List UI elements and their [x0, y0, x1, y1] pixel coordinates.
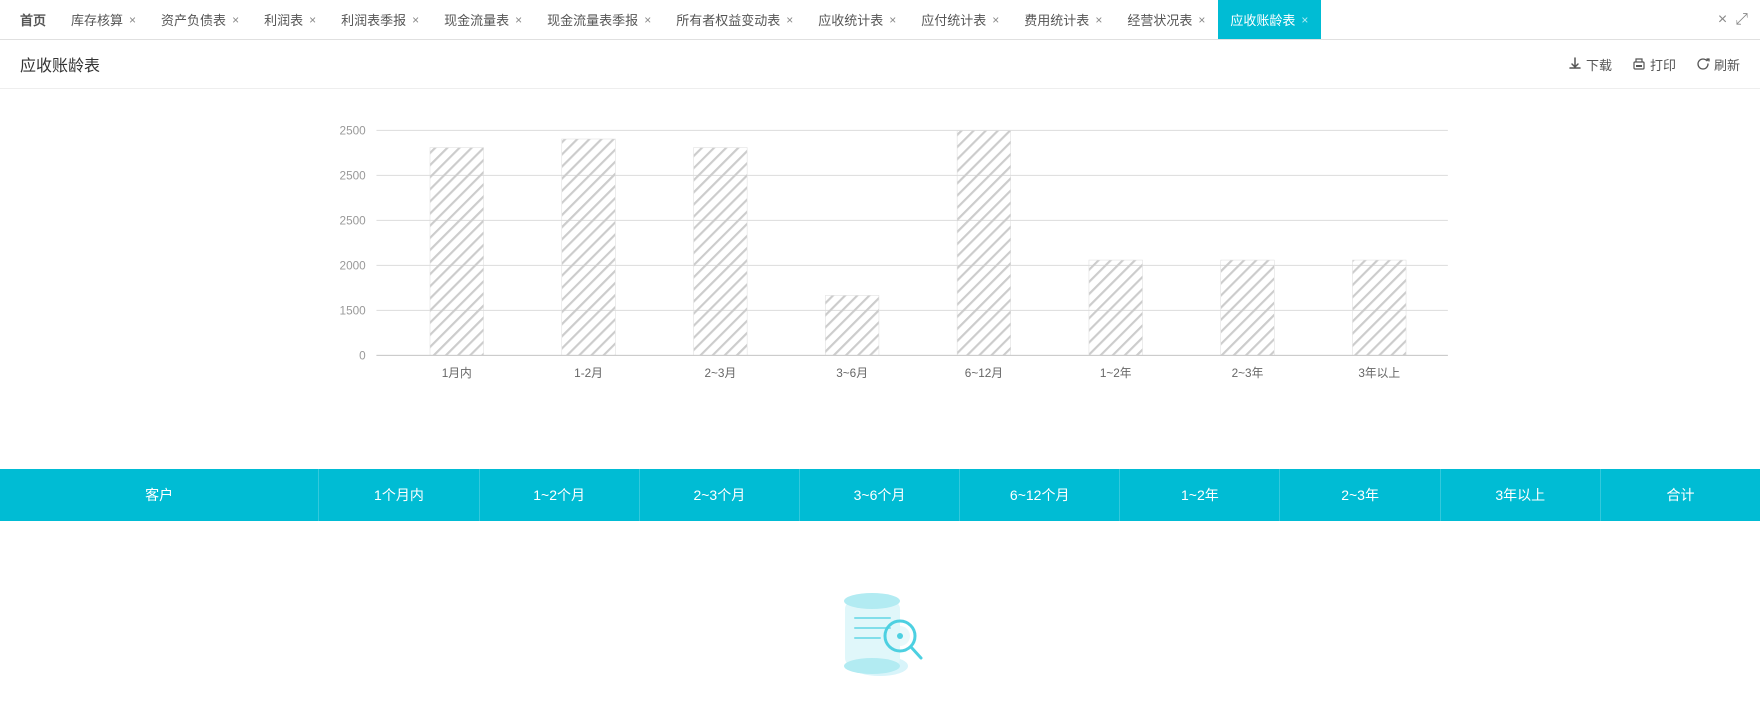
tab-ap-stat-close[interactable]: ×	[992, 13, 999, 27]
page-container: 应收账龄表 下载 打印 刷新	[0, 40, 1760, 720]
bar-3plus-year	[1353, 260, 1407, 355]
col-2-3year: 2~3年	[1280, 469, 1440, 521]
col-3-6month: 3~6个月	[800, 469, 960, 521]
tab-ar-stat-label: 应收统计表	[818, 10, 883, 29]
svg-text:3年以上: 3年以上	[1358, 366, 1400, 380]
tab-expense-stat-close[interactable]: ×	[1095, 13, 1102, 27]
download-button[interactable]: 下载	[1568, 55, 1612, 74]
bar-chart: 2500 2500 2500 2000 1500 0	[40, 109, 1720, 409]
col-6-12month: 6~12个月	[960, 469, 1120, 521]
refresh-icon	[1696, 57, 1710, 71]
tab-balance-sheet-close[interactable]: ×	[232, 13, 239, 27]
tab-cashflow-close[interactable]: ×	[515, 13, 522, 27]
col-1month: 1个月内	[319, 469, 479, 521]
tab-cashflow-quarterly-label: 现金流量表季报	[547, 10, 638, 29]
tab-profit-quarterly-close[interactable]: ×	[412, 13, 419, 27]
svg-text:2500: 2500	[340, 215, 367, 228]
tab-ar-stat-close[interactable]: ×	[889, 13, 896, 27]
col-2-3month: 2~3个月	[640, 469, 800, 521]
tab-ar-aging[interactable]: 应收账龄表 ×	[1218, 0, 1321, 40]
refresh-button[interactable]: 刷新	[1696, 55, 1740, 74]
chart-area: 2500 2500 2500 2000 1500 0	[0, 89, 1760, 469]
bar-2-3-year	[1221, 260, 1275, 355]
tab-cashflow-quarterly-close[interactable]: ×	[644, 13, 651, 27]
svg-text:2500: 2500	[340, 170, 367, 183]
table-header: 客户 1个月内 1~2个月 2~3个月 3~6个月 6~12个月 1~2年 2~…	[0, 469, 1760, 521]
tab-bar: 首页 库存核算 × 资产负债表 × 利润表 × 利润表季报 × 现金流量表 × …	[0, 0, 1760, 40]
window-maximize-btn[interactable]: ⤢	[1735, 11, 1748, 29]
page-header: 应收账龄表 下载 打印 刷新	[0, 40, 1760, 89]
tab-equity[interactable]: 所有者权益变动表 ×	[664, 0, 806, 40]
tab-profit-label: 利润表	[264, 10, 303, 29]
tab-ar-stat[interactable]: 应收统计表 ×	[806, 0, 909, 40]
tab-inventory[interactable]: 库存核算 ×	[59, 0, 149, 40]
tab-inventory-close[interactable]: ×	[129, 13, 136, 27]
no-data-illustration	[825, 576, 935, 686]
tab-profit-quarterly[interactable]: 利润表季报 ×	[329, 0, 432, 40]
tab-profit-close[interactable]: ×	[309, 13, 316, 27]
tab-inventory-label: 库存核算	[71, 10, 123, 29]
bar-6-12-month	[957, 130, 1011, 355]
svg-text:1500: 1500	[340, 305, 367, 318]
col-3plus-year: 3年以上	[1441, 469, 1601, 521]
svg-text:6~12月: 6~12月	[965, 367, 1003, 380]
svg-text:0: 0	[359, 350, 366, 363]
svg-text:2~3月: 2~3月	[704, 367, 736, 380]
tab-profit-quarterly-label: 利润表季报	[341, 10, 406, 29]
tab-operation-label: 经营状况表	[1127, 10, 1192, 29]
bar-1-month	[430, 148, 484, 356]
svg-text:1月内: 1月内	[442, 366, 472, 380]
col-customer: 客户	[0, 469, 319, 521]
bar-1-2-year	[1089, 260, 1143, 355]
tab-ar-aging-label: 应收账龄表	[1230, 10, 1295, 29]
svg-text:1-2月: 1-2月	[574, 367, 603, 380]
window-controls: × ⤢	[1718, 11, 1752, 29]
tab-balance-sheet-label: 资产负债表	[161, 10, 226, 29]
svg-text:1~2年: 1~2年	[1100, 366, 1132, 380]
col-1-2month: 1~2个月	[480, 469, 640, 521]
tab-operation-close[interactable]: ×	[1198, 13, 1205, 27]
download-icon	[1568, 57, 1582, 71]
page-title: 应收账龄表	[20, 52, 100, 76]
bar-1-2-month	[562, 139, 616, 355]
tab-cashflow-label: 现金流量表	[444, 10, 509, 29]
tab-ap-stat-label: 应付统计表	[921, 10, 986, 29]
svg-text:2000: 2000	[340, 260, 367, 273]
tab-ap-stat[interactable]: 应付统计表 ×	[909, 0, 1012, 40]
bar-3-6-month	[825, 295, 879, 355]
svg-text:2~3年: 2~3年	[1232, 366, 1264, 380]
tab-expense-stat-label: 费用统计表	[1024, 10, 1089, 29]
tab-home-label: 首页	[20, 10, 46, 29]
print-icon	[1632, 57, 1646, 71]
empty-area	[0, 521, 1760, 720]
tab-operation[interactable]: 经营状况表 ×	[1115, 0, 1218, 40]
tab-cashflow[interactable]: 现金流量表 ×	[432, 0, 535, 40]
tab-profit[interactable]: 利润表 ×	[252, 0, 329, 40]
tab-ar-aging-close[interactable]: ×	[1301, 13, 1308, 27]
col-total: 合计	[1601, 469, 1760, 521]
tab-balance-sheet[interactable]: 资产负债表 ×	[149, 0, 252, 40]
tab-equity-close[interactable]: ×	[786, 13, 793, 27]
svg-text:2500: 2500	[340, 125, 367, 138]
svg-text:3~6月: 3~6月	[836, 367, 868, 380]
tab-equity-label: 所有者权益变动表	[676, 10, 780, 29]
tab-expense-stat[interactable]: 费用统计表 ×	[1012, 0, 1115, 40]
window-close-btn[interactable]: ×	[1718, 11, 1727, 29]
tab-home[interactable]: 首页	[8, 0, 59, 40]
header-actions: 下载 打印 刷新	[1568, 55, 1740, 74]
tab-cashflow-quarterly[interactable]: 现金流量表季报 ×	[535, 0, 664, 40]
print-button[interactable]: 打印	[1632, 55, 1676, 74]
col-1-2year: 1~2年	[1120, 469, 1280, 521]
bar-2-3-month	[694, 148, 748, 356]
